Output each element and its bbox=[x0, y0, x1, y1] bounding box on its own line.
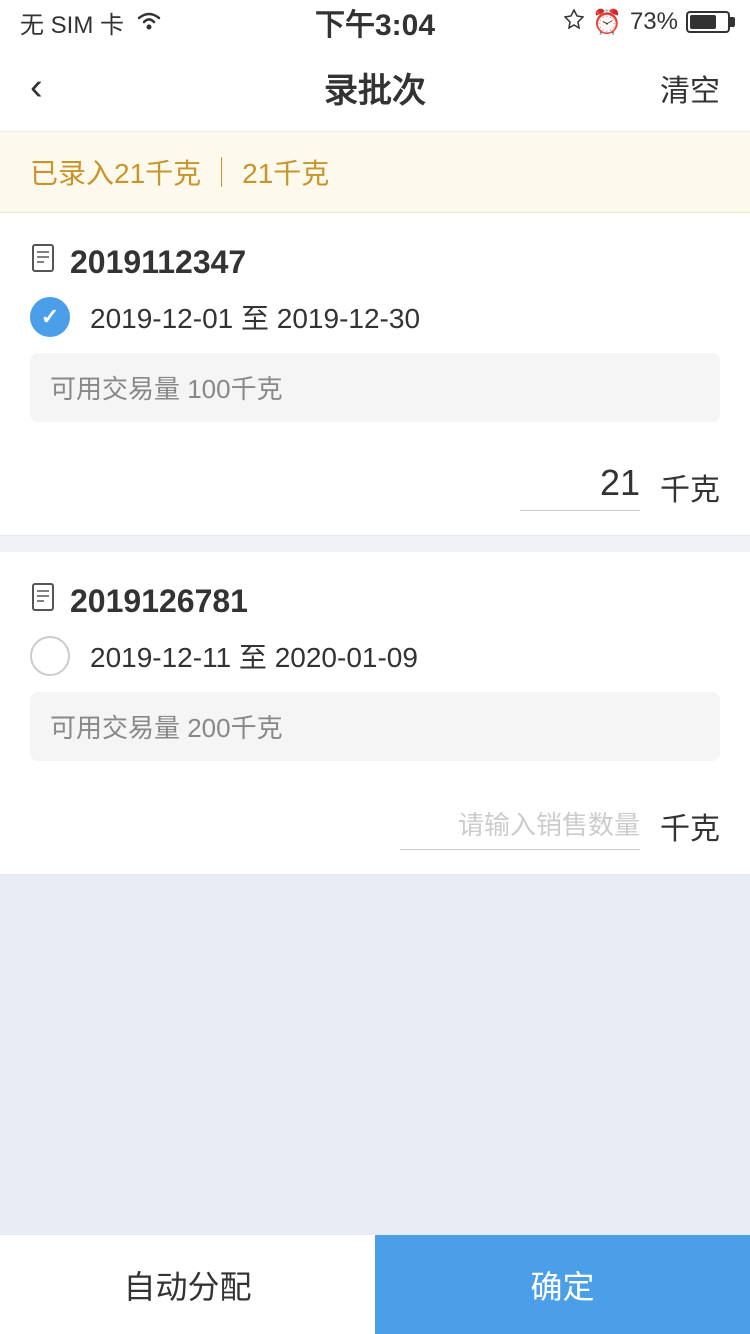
batch-1-card: 2019112347 ✓ 2019-12-01 至 2019-12-30 可用交… bbox=[0, 213, 750, 535]
batch-2-header: 2019126781 bbox=[30, 582, 720, 620]
summary-divider bbox=[221, 157, 222, 187]
status-bar: 无 SIM 卡 下午3:04 ⏰ 73% bbox=[0, 0, 750, 44]
bottom-spacer bbox=[0, 875, 750, 1234]
wifi-icon bbox=[134, 8, 164, 37]
page-title: 录批次 bbox=[324, 63, 426, 112]
batch-2-radio[interactable] bbox=[30, 636, 70, 676]
batch-1-id: 2019112347 bbox=[70, 244, 246, 281]
summary-banner: 已录入21千克 21千克 bbox=[0, 132, 750, 213]
carrier-label: 无 SIM 卡 bbox=[20, 5, 124, 40]
page-wrapper: 无 SIM 卡 下午3:04 ⏰ 73% ‹ 录批次 bbox=[0, 0, 750, 1334]
batch-1-doc-icon bbox=[30, 243, 60, 281]
batch-2-row: 2019-12-11 至 2020-01-09 bbox=[30, 636, 720, 676]
section-divider bbox=[0, 536, 750, 552]
batch-2-id: 2019126781 bbox=[70, 583, 248, 620]
batch-2-unit: 千克 bbox=[660, 804, 720, 848]
batch-2-quantity-input[interactable] bbox=[400, 801, 640, 843]
batch-1-date-range: 2019-12-01 至 2019-12-30 bbox=[90, 297, 420, 337]
batch-2-date-range: 2019-12-11 至 2020-01-09 bbox=[90, 636, 418, 676]
back-button[interactable]: ‹ bbox=[30, 66, 43, 109]
batch-2-quantity-underline bbox=[400, 801, 640, 850]
batch-1-check-icon: ✓ bbox=[41, 304, 59, 330]
location-icon bbox=[564, 8, 584, 36]
status-right: ⏰ 73% bbox=[564, 8, 730, 37]
batch-1-header: 2019112347 bbox=[30, 243, 720, 281]
batch-1-quantity-row: 千克 bbox=[30, 442, 720, 535]
clear-button[interactable]: 清空 bbox=[660, 66, 720, 110]
batch-1-unit: 千克 bbox=[660, 465, 720, 509]
batch-2-availability: 可用交易量 200千克 bbox=[30, 692, 720, 761]
battery-icon bbox=[686, 11, 730, 33]
batch-2-card: 2019126781 2019-12-11 至 2020-01-09 可用交易量… bbox=[0, 552, 750, 874]
batch-2-quantity-row: 千克 bbox=[30, 781, 720, 874]
status-left: 无 SIM 卡 bbox=[20, 5, 164, 40]
batch-1-quantity-underline bbox=[520, 462, 640, 511]
batch-2-section: 2019126781 2019-12-11 至 2020-01-09 可用交易量… bbox=[0, 552, 750, 875]
confirm-button[interactable]: 确定 bbox=[375, 1235, 750, 1334]
nav-bar: ‹ 录批次 清空 bbox=[0, 44, 750, 132]
status-time: 下午3:04 bbox=[315, 0, 435, 44]
alarm-icon: ⏰ bbox=[592, 8, 622, 37]
batch-1-radio[interactable]: ✓ bbox=[30, 297, 70, 337]
total-amount: 21千克 bbox=[242, 152, 329, 192]
footer: 自动分配 确定 bbox=[0, 1234, 750, 1334]
battery-label: 73% bbox=[630, 8, 678, 36]
auto-assign-button[interactable]: 自动分配 bbox=[0, 1235, 375, 1334]
batch-1-quantity-input[interactable] bbox=[520, 462, 640, 504]
recorded-amount: 已录入21千克 bbox=[30, 152, 201, 192]
batch-1-availability: 可用交易量 100千克 bbox=[30, 353, 720, 422]
batch-2-doc-icon bbox=[30, 582, 60, 620]
batch-1-row: ✓ 2019-12-01 至 2019-12-30 bbox=[30, 297, 720, 337]
batch-1-section: 2019112347 ✓ 2019-12-01 至 2019-12-30 可用交… bbox=[0, 213, 750, 536]
